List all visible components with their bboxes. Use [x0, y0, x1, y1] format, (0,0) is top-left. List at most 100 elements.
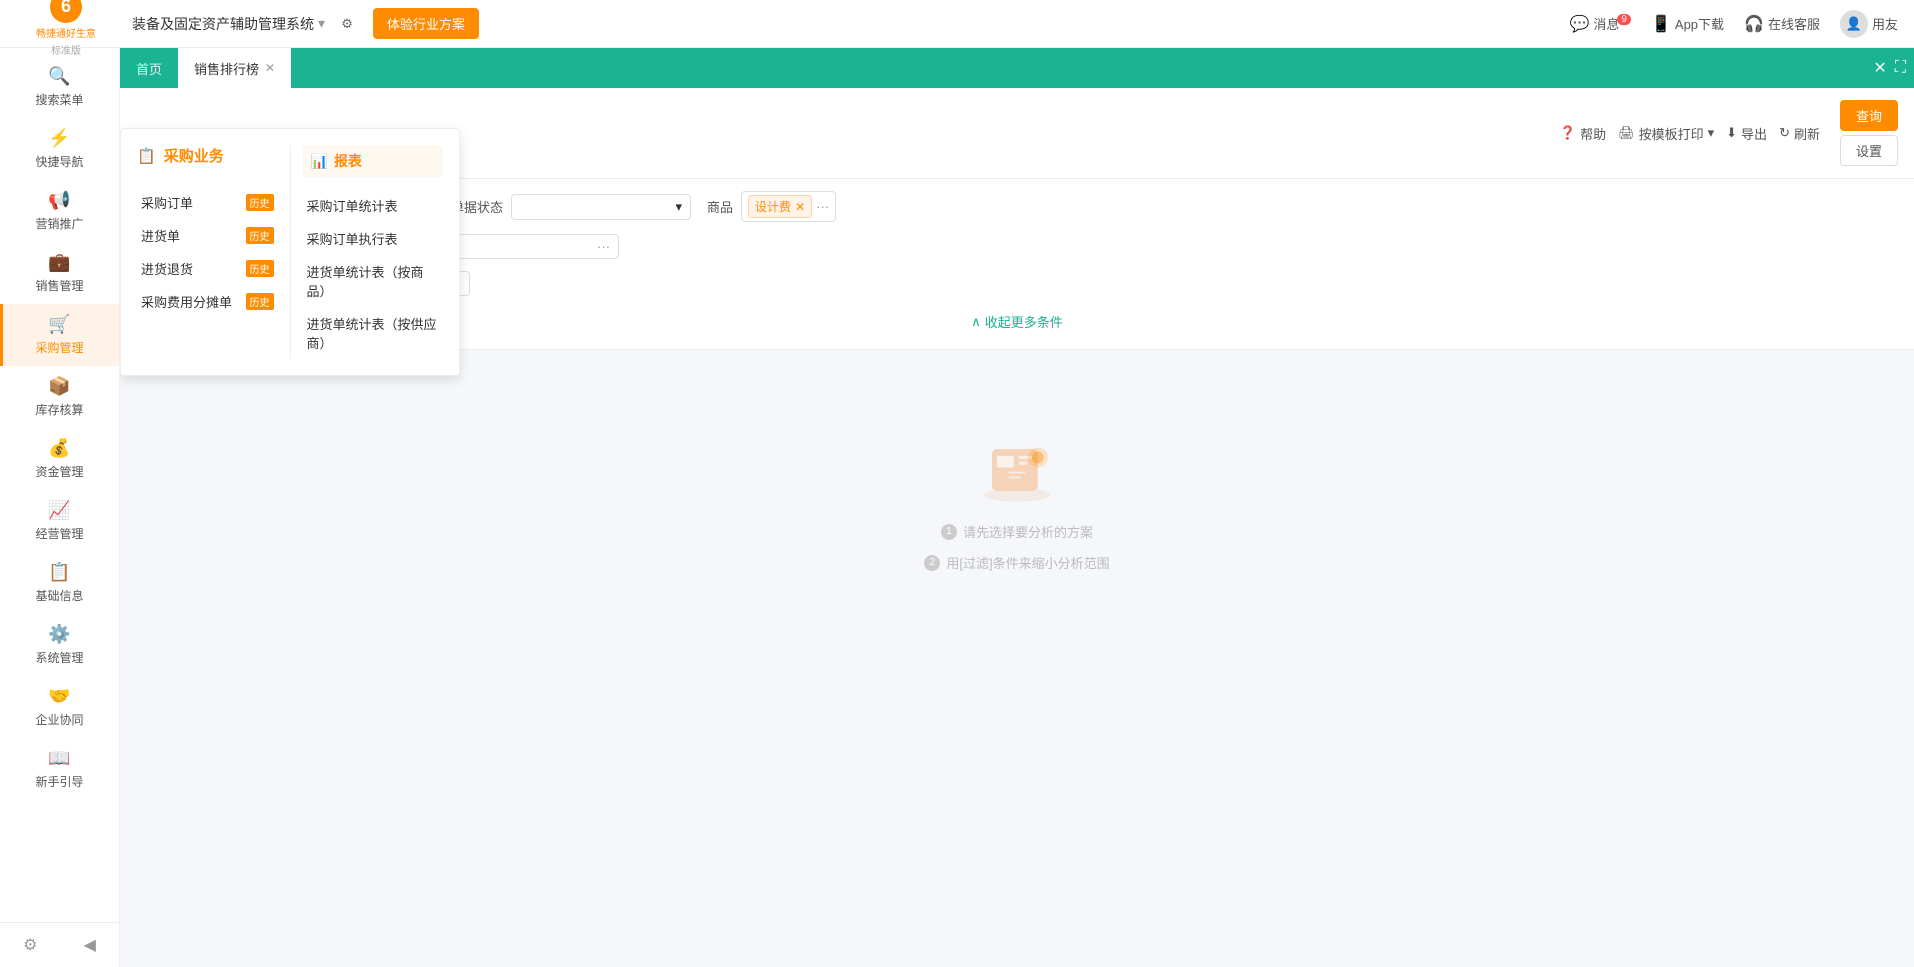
sidebar-collapse-btn[interactable]: ◀ — [84, 935, 96, 955]
menu-item-instock-stats-supplier[interactable]: 进货单统计表（按供应商） — [303, 307, 444, 359]
notification-label: 消息 — [1593, 14, 1619, 33]
purchase-business-icon: 📋 — [137, 147, 156, 165]
system-arrow-icon: ▾ — [318, 15, 325, 32]
sidebar-item-label: 新手引导 — [35, 773, 83, 790]
notification-btn[interactable]: 💬 消息 9 — [1569, 14, 1631, 34]
sidebar-item-label: 库存核算 — [35, 401, 83, 418]
report-header: 📊 报表 — [303, 145, 444, 177]
tab-sales-rank[interactable]: 销售排行榜 ✕ — [178, 48, 291, 88]
refresh-btn[interactable]: ↻ 刷新 — [1779, 124, 1820, 143]
tab-close-all-icon[interactable]: ✕ — [1873, 58, 1886, 78]
sidebar-item-system[interactable]: ⚙️ 系统管理 — [0, 614, 119, 676]
sidebar-item-basic-info[interactable]: 📋 基础信息 — [0, 552, 119, 614]
tab-close-icon[interactable]: ✕ — [265, 61, 275, 75]
history-badge-3: 历史 — [246, 293, 274, 310]
menu-item-instock-stats-goods[interactable]: 进货单统计表（按商品） — [303, 255, 444, 307]
sidebar-item-marketing[interactable]: 📢 营销推广 — [0, 180, 119, 242]
operations-icon: 📈 — [48, 500, 70, 521]
content-area: ❓ 帮助 🖨 按模板打印 ▾ ⬇ 导出 ↻ 刷新 查询 — [120, 88, 1914, 967]
sidebar-settings-btn[interactable]: ⚙ — [23, 935, 37, 955]
system-icon: ⚙️ — [48, 624, 70, 645]
print-btn[interactable]: 🖨 按模板打印 ▾ — [1618, 124, 1714, 143]
sidebar-item-search[interactable]: 🔍 搜索菜单 — [0, 56, 119, 118]
sidebar-item-guide[interactable]: 📖 新手引导 — [0, 738, 119, 800]
tab-maximize-icon[interactable]: ⛶ — [1895, 59, 1906, 77]
menu-item-purchase-order-stats[interactable]: 采购订单统计表 — [303, 189, 444, 222]
dropdown-divider — [290, 145, 291, 359]
settings-button[interactable]: 设置 — [1840, 135, 1898, 166]
sidebar-item-finance[interactable]: 💰 资金管理 — [0, 428, 119, 490]
goods-tag: 设计费 ✕ — [748, 195, 812, 218]
sidebar: 🔍 搜索菜单 ⚡ 快捷导航 📢 营销推广 💼 销售管理 🛒 采购管理 📦 库存核… — [0, 48, 120, 967]
sidebar-item-sales[interactable]: 💼 销售管理 — [0, 242, 119, 304]
history-badge-1: 历史 — [246, 227, 274, 244]
print-arrow-icon: ▾ — [1708, 125, 1715, 141]
tab-bar-actions: ✕ ⛶ — [1873, 58, 1914, 78]
tab-bar: 首页 销售排行榜 ✕ ✕ ⛶ — [120, 48, 1914, 88]
sidebar-item-label: 快捷导航 — [35, 153, 83, 170]
app-download-btn[interactable]: 📱 App下载 — [1651, 14, 1724, 34]
settings-icon[interactable]: ⚙ — [333, 10, 361, 38]
headset-icon: 🎧 — [1744, 14, 1764, 34]
inventory-icon: 📦 — [48, 376, 70, 397]
finance-icon: 💰 — [48, 438, 70, 459]
search-icon: 🔍 — [48, 66, 70, 87]
sidebar-item-label: 企业协同 — [35, 711, 83, 728]
phone-icon: 📱 — [1651, 14, 1671, 34]
logo-icon: 6 — [50, 0, 82, 23]
menu-item-purchase-order-exec[interactable]: 采购订单执行表 — [303, 222, 444, 255]
empty-state: 1 请先选择要分析的方案 2 用[过滤]条件来缩小分析范围 — [120, 350, 1914, 652]
sidebar-item-label: 经营管理 — [35, 525, 83, 542]
topbar-right: 💬 消息 9 📱 App下载 🎧 在线客服 👤 用友 — [1569, 10, 1898, 38]
notification-icon: 💬 — [1569, 14, 1589, 34]
export-btn[interactable]: ⬇ 导出 — [1726, 124, 1767, 143]
logo: 6 畅捷通好生意 标准版 — [16, 0, 116, 57]
sidebar-bottom: ⚙ ◀ — [0, 922, 119, 967]
sidebar-item-operations[interactable]: 📈 经营管理 — [0, 490, 119, 552]
collapse-icon: ∧ — [971, 314, 981, 330]
sidebar-item-label: 系统管理 — [35, 649, 83, 666]
goods-filter: 商品 设计费 ✕ ··· — [707, 191, 836, 222]
guide-icon: 📖 — [48, 748, 70, 769]
online-service-btn[interactable]: 🎧 在线客服 — [1744, 14, 1820, 34]
report-col: 📊 报表 采购订单统计表 采购订单执行表 进货单统计表（按商品） 进货单统计表（… — [303, 145, 444, 359]
logo-sub: 标准版 — [51, 42, 81, 57]
menu-item-purchase-order[interactable]: 采购订单 历史 — [137, 186, 278, 219]
help-icon: ❓ — [1560, 125, 1576, 141]
purchase-dropdown: 📋 采购业务 采购订单 历史 进货单 历史 进货退货 历史 — [120, 128, 460, 376]
goods-tag-close[interactable]: ✕ — [795, 200, 805, 214]
user-btn[interactable]: 👤 用友 — [1840, 10, 1898, 38]
sidebar-item-label: 搜索菜单 — [35, 91, 83, 108]
sidebar-item-enterprise[interactable]: 🤝 企业协同 — [0, 676, 119, 738]
report-icon: 📊 — [311, 153, 328, 170]
history-badge-2: 历史 — [246, 260, 274, 277]
tab-home[interactable]: 首页 — [120, 48, 178, 88]
marketing-icon: 📢 — [48, 190, 70, 211]
query-button[interactable]: 查询 — [1840, 100, 1898, 131]
salesperson-dots: ··· — [597, 239, 610, 254]
goods-more-dots[interactable]: ··· — [816, 199, 829, 214]
system-name: 装备及固定资产辅助管理系统 ▾ — [132, 14, 325, 34]
sidebar-item-label: 基础信息 — [35, 587, 83, 604]
history-badge-0: 历史 — [246, 194, 274, 211]
sidebar-item-label: 销售管理 — [35, 277, 83, 294]
avatar: 👤 — [1840, 10, 1868, 38]
menu-item-return[interactable]: 进货退货 历史 — [137, 252, 278, 285]
enterprise-icon: 🤝 — [48, 686, 70, 707]
menu-item-instock[interactable]: 进货单 历史 — [137, 219, 278, 252]
help-btn[interactable]: ❓ 帮助 — [1560, 124, 1606, 143]
sidebar-item-inventory[interactable]: 📦 库存核算 — [0, 366, 119, 428]
industry-btn[interactable]: 体验行业方案 — [373, 8, 479, 39]
sidebar-item-purchase[interactable]: 🛒 采购管理 — [0, 304, 119, 366]
sidebar-item-quick-nav[interactable]: ⚡ 快捷导航 — [0, 118, 119, 180]
sidebar-item-label: 资金管理 — [35, 463, 83, 480]
export-icon: ⬇ — [1726, 125, 1737, 141]
print-icon: 🖨 — [1618, 125, 1635, 141]
sidebar-item-label: 采购管理 — [35, 339, 83, 356]
salesperson-select[interactable]: ··· — [439, 234, 619, 259]
doc-status-select[interactable]: ▾ — [511, 194, 691, 220]
refresh-icon: ↻ — [1779, 125, 1790, 141]
logo-brand: 畅捷通好生意 — [36, 25, 96, 40]
topbar: 6 畅捷通好生意 标准版 装备及固定资产辅助管理系统 ▾ ⚙ 体验行业方案 💬 … — [0, 0, 1914, 48]
menu-item-purchase-expense[interactable]: 采购费用分摊单 历史 — [137, 285, 278, 318]
